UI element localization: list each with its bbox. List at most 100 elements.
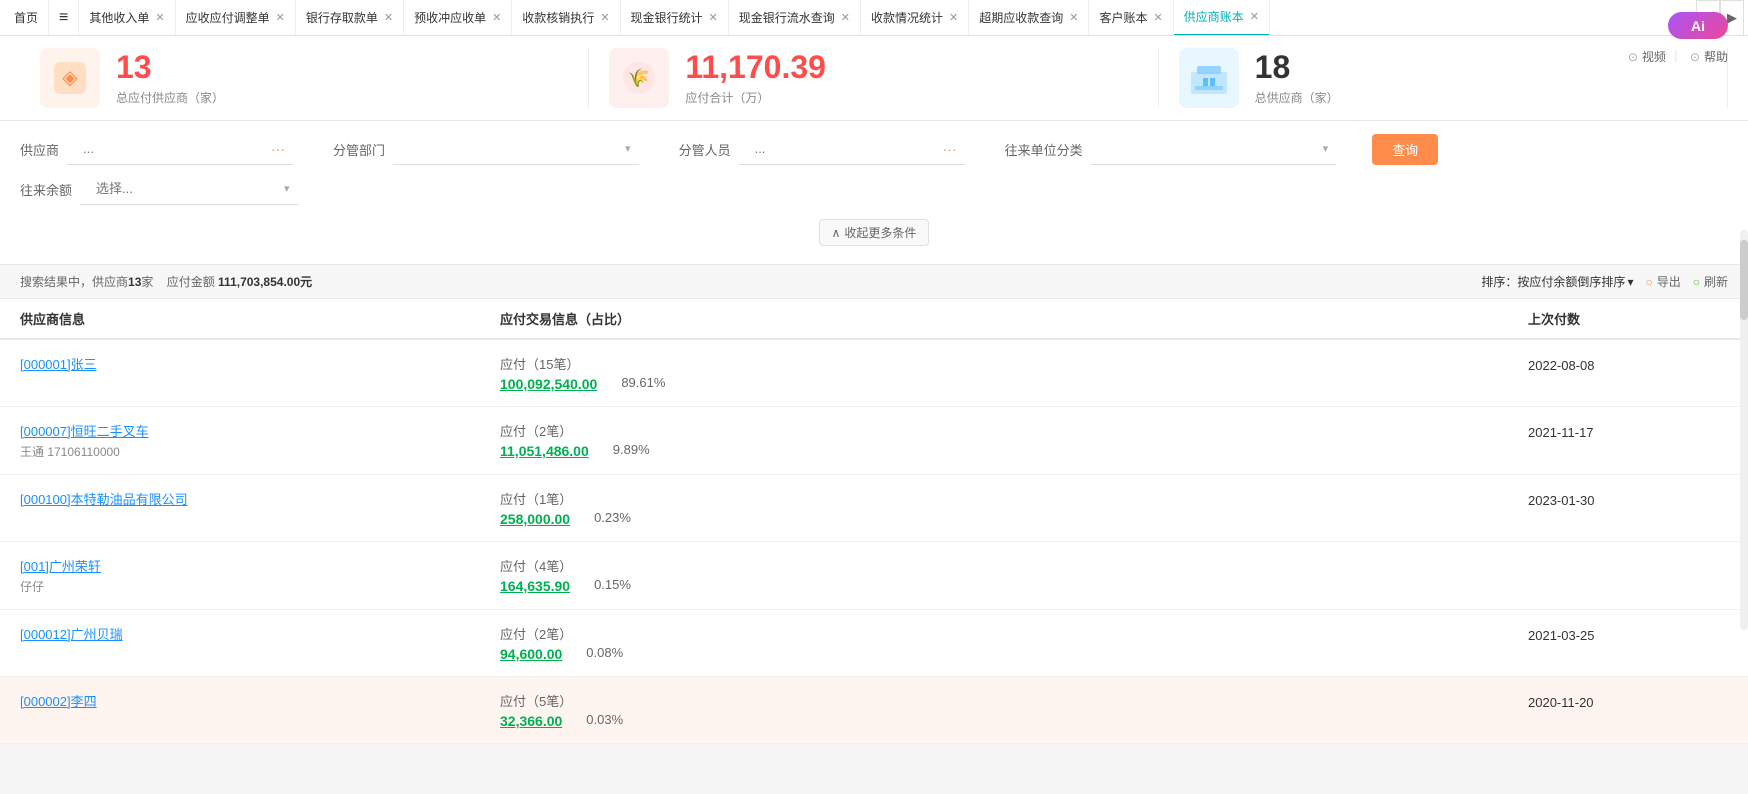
scrollbar-thumb[interactable]	[1740, 240, 1748, 320]
close-supplier-btn[interactable]: ✕	[1250, 10, 1259, 23]
dept-input[interactable]	[401, 137, 621, 160]
nav-tab-home-label: 首页	[14, 9, 38, 26]
help-link[interactable]: 帮助	[1704, 48, 1728, 65]
divider: ｜	[1670, 48, 1682, 65]
nav-tab-customer-label: 客户账本	[1099, 9, 1147, 26]
payable-amount-5[interactable]: 94,600.00	[500, 646, 562, 662]
nav-tab-paystat[interactable]: 收款情况统计 ✕	[861, 0, 969, 36]
refresh-button[interactable]: ○ 刷新	[1693, 273, 1728, 290]
close-bank-btn[interactable]: ✕	[384, 11, 393, 24]
lastpay-2: 2021-11-17	[1528, 421, 1728, 440]
payable-count-1: 应付（15笔）	[500, 354, 1528, 373]
video-link[interactable]: 视频	[1642, 48, 1666, 65]
payable-amount-3[interactable]: 258,000.00	[500, 511, 570, 527]
payable-suppliers-icon: ◈	[40, 48, 100, 108]
payable-info-6: 应付（5笔） 32,366.00 0.03%	[500, 691, 1528, 729]
filter-item-person: 分管人员 ···	[679, 133, 965, 165]
svg-text:◈: ◈	[62, 67, 78, 89]
lastpay-6: 2020-11-20	[1528, 691, 1728, 710]
supplier-input-wrap[interactable]: ···	[67, 133, 293, 165]
export-button[interactable]: ○ 导出	[1645, 273, 1680, 290]
supplier-link-3[interactable]: [000100]本特勒油品有限公司	[20, 489, 500, 508]
table-header: 供应商信息 应付交易信息（占比） 上次付数	[0, 299, 1748, 340]
payable-amount-row-3: 258,000.00 0.23%	[500, 508, 1528, 527]
supplier-info-6: [000002]李四	[20, 691, 500, 710]
collapse-label: 收起更多条件	[844, 224, 916, 241]
table-row: [001]广州荣轩 仔仔 应付（4笔） 164,635.90 0.15%	[0, 542, 1748, 610]
result-bar: 搜索结果中，供应商13家 应付金额 111,703,854.00元 排序：按应付…	[0, 265, 1748, 299]
payable-amount-4[interactable]: 164,635.90	[500, 578, 570, 594]
nav-tab-paystat-label: 收款情况统计	[871, 9, 943, 26]
nav-tab-home[interactable]: 首页	[4, 0, 49, 36]
query-button[interactable]: 查询	[1372, 134, 1438, 165]
close-overdue-btn[interactable]: ✕	[1069, 11, 1078, 24]
close-cashstat-btn[interactable]: ✕	[709, 11, 718, 24]
payable-percent-6: 0.03%	[586, 712, 623, 727]
nav-tab-cashflow[interactable]: 现金银行流水查询 ✕	[729, 0, 861, 36]
supplier-link-5[interactable]: [000012]广州贝瑞	[20, 624, 500, 643]
supplier-ellipsis-icon[interactable]: ···	[271, 141, 285, 157]
close-cashflow-btn[interactable]: ✕	[841, 11, 850, 24]
person-ellipsis-icon[interactable]: ···	[943, 141, 957, 157]
supplier-link-4[interactable]: [001]广州荣轩	[20, 556, 500, 575]
nav-tab-prepay[interactable]: 预收冲应收单 ✕	[404, 0, 512, 36]
supplier-input[interactable]	[75, 137, 267, 160]
sort-button[interactable]: 排序：按应付余额倒序排序 ▾	[1481, 273, 1633, 290]
payable-amount-6[interactable]: 32,366.00	[500, 713, 562, 729]
payable-amount-1[interactable]: 100,092,540.00	[500, 376, 597, 392]
payable-count-6: 应付（5笔）	[500, 691, 1528, 710]
export-label: 导出	[1657, 273, 1681, 290]
close-verify-btn[interactable]: ✕	[600, 11, 609, 24]
nav-tab-cashstat[interactable]: 现金银行统计 ✕	[621, 0, 729, 36]
nav-tab-menu[interactable]: ≡	[49, 0, 79, 36]
close-income-btn[interactable]: ✕	[155, 11, 164, 24]
person-input-wrap[interactable]: ···	[739, 133, 965, 165]
close-adjust-btn[interactable]: ✕	[276, 11, 285, 24]
balance-input-wrap[interactable]: ▾	[80, 173, 298, 205]
payable-info-3: 应付（1笔） 258,000.00 0.23%	[500, 489, 1528, 527]
supplier-info-3: [000100]本特勒油品有限公司	[20, 489, 500, 508]
category-chevron-icon[interactable]: ▾	[1323, 142, 1329, 155]
payable-amount-row-1: 100,092,540.00 89.61%	[500, 373, 1528, 392]
balance-chevron-icon[interactable]: ▾	[284, 182, 290, 195]
payable-percent-5: 0.08%	[586, 645, 623, 660]
nav-tab-supplier[interactable]: 供应商账本 ✕	[1174, 0, 1270, 36]
supplier-link-2[interactable]: [000007]恒旺二手叉车	[20, 421, 500, 440]
balance-input[interactable]	[88, 177, 280, 200]
nav-tab-overdue[interactable]: 超期应收款查询 ✕	[969, 0, 1089, 36]
nav-tab-customer[interactable]: 客户账本 ✕	[1089, 0, 1173, 36]
close-prepay-btn[interactable]: ✕	[492, 11, 501, 24]
person-input[interactable]	[747, 137, 939, 160]
category-filter-label: 往来单位分类	[1005, 140, 1083, 159]
close-paystat-btn[interactable]: ✕	[949, 11, 958, 24]
dept-input-wrap[interactable]: ▾	[393, 133, 639, 165]
payable-info-1: 应付（15笔） 100,092,540.00 89.61%	[500, 354, 1528, 392]
nav-tab-adjust[interactable]: 应收应付调整单 ✕	[176, 0, 296, 36]
refresh-label: 刷新	[1704, 273, 1728, 290]
payable-suppliers-text: 13 总应付供应商（家）	[116, 50, 224, 106]
supplier-link-1[interactable]: [000001]张三	[20, 354, 500, 373]
nav-tab-income[interactable]: 其他收入单 ✕	[79, 0, 175, 36]
payable-amount-2[interactable]: 11,051,486.00	[500, 443, 589, 459]
nav-tab-prepay-label: 预收冲应收单	[414, 9, 486, 26]
payable-total-label: 应付合计（万）	[685, 89, 826, 106]
table-row: [000002]李四 应付（5笔） 32,366.00 0.03% 2020-1…	[0, 677, 1748, 744]
total-suppliers-icon	[1179, 48, 1239, 108]
payable-info-2: 应付（2笔） 11,051,486.00 9.89%	[500, 421, 1528, 459]
balance-filter-label: 往来余额	[20, 180, 72, 199]
lastpay-4	[1528, 556, 1728, 560]
supplier-link-6[interactable]: [000002]李四	[20, 691, 500, 710]
category-input[interactable]	[1099, 137, 1319, 160]
nav-tab-bank[interactable]: 银行存取款单 ✕	[296, 0, 404, 36]
collapse-button[interactable]: ∧ 收起更多条件	[819, 219, 930, 246]
category-input-wrap[interactable]: ▾	[1091, 133, 1337, 165]
table-row: [000100]本特勒油品有限公司 应付（1笔） 258,000.00 0.23…	[0, 475, 1748, 542]
close-customer-btn[interactable]: ✕	[1153, 11, 1162, 24]
dept-chevron-icon[interactable]: ▾	[625, 142, 631, 155]
payable-total-number: 11,170.39	[685, 50, 826, 85]
ai-button[interactable]: Ai	[1668, 12, 1728, 39]
nav-tab-supplier-label: 供应商账本	[1184, 8, 1244, 25]
nav-tab-verify[interactable]: 收款核销执行 ✕	[512, 0, 620, 36]
scrollbar-track[interactable]	[1740, 230, 1748, 630]
nav-tab-adjust-label: 应收应付调整单	[186, 9, 270, 26]
